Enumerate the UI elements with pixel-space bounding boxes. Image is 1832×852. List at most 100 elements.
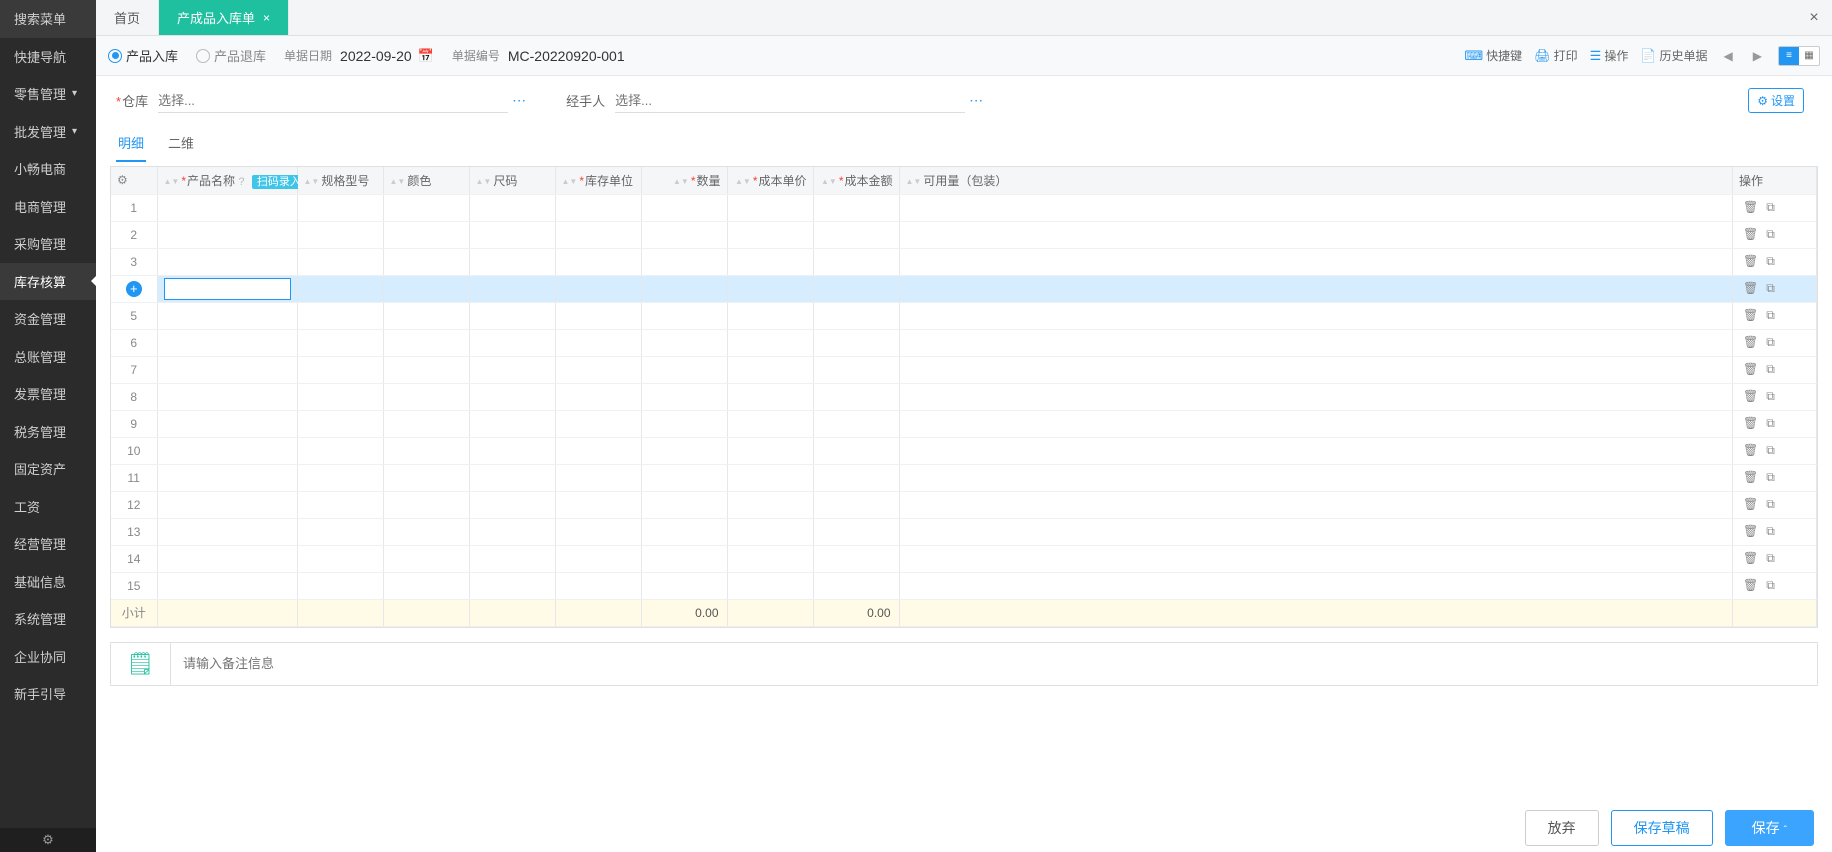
history-link[interactable]: 📄历史单据 [1640, 47, 1707, 64]
delete-icon[interactable]: 🗑 [1743, 200, 1758, 214]
help-icon[interactable]: ? [238, 176, 244, 188]
copy-icon[interactable]: ⧉ [1766, 227, 1775, 241]
copy-icon[interactable]: ⧉ [1766, 497, 1775, 511]
copy-icon[interactable]: ⧉ [1766, 416, 1775, 430]
save-button[interactable]: 保存ˆ [1725, 810, 1814, 846]
sidebar-item[interactable]: 快捷导航 [0, 38, 96, 76]
delete-icon[interactable]: 🗑 [1743, 308, 1758, 322]
sidebar-item[interactable]: 资金管理 [0, 300, 96, 338]
sidebar-item[interactable]: 采购管理 [0, 225, 96, 263]
delete-icon[interactable]: 🗑 [1743, 281, 1758, 295]
table-row[interactable]: 7🗑⧉ [111, 356, 1817, 383]
copy-icon[interactable]: ⧉ [1766, 308, 1775, 322]
copy-icon[interactable]: ⧉ [1766, 362, 1775, 376]
col-spec[interactable]: ▲▼规格型号 [297, 167, 383, 194]
radio-product-in[interactable]: 产品入库 [108, 46, 178, 65]
sidebar-item[interactable]: 批发管理▾ [0, 113, 96, 151]
sidebar-item[interactable]: 电商管理 [0, 188, 96, 226]
sidebar-item[interactable]: 搜索菜单 [0, 0, 96, 38]
table-row[interactable]: 15🗑⧉ [111, 572, 1817, 599]
delete-icon[interactable]: 🗑 [1743, 578, 1758, 592]
shortcut-link[interactable]: ⌨快捷键 [1464, 47, 1522, 64]
delete-icon[interactable]: 🗑 [1743, 497, 1758, 511]
copy-icon[interactable]: ⧉ [1766, 335, 1775, 349]
calendar-icon[interactable]: 📅 [418, 48, 434, 64]
delete-icon[interactable]: 🗑 [1743, 443, 1758, 457]
sidebar-item[interactable]: 税务管理 [0, 413, 96, 451]
col-product[interactable]: ▲▼*产品名称 ? 扫码录入 [157, 167, 297, 194]
col-unit[interactable]: ▲▼*库存单位 [555, 167, 641, 194]
copy-icon[interactable]: ⧉ [1766, 443, 1775, 457]
copy-icon[interactable]: ⧉ [1766, 281, 1775, 295]
table-row[interactable]: + 🗑 ⧉ [111, 275, 1817, 302]
ops-link[interactable]: ☰操作 [1590, 47, 1629, 64]
gear-icon[interactable]: ⚙ [117, 173, 128, 187]
print-link[interactable]: 🖨打印 [1534, 47, 1578, 64]
doc-date-value[interactable]: 2022-09-20 [340, 48, 412, 64]
table-row[interactable]: 13🗑⧉ [111, 518, 1817, 545]
copy-icon[interactable]: ⧉ [1766, 200, 1775, 214]
delete-icon[interactable]: 🗑 [1743, 551, 1758, 565]
page-prev-icon[interactable]: ◀ [1720, 47, 1737, 65]
close-icon[interactable]: × [263, 11, 270, 25]
close-all-icon[interactable]: × [1800, 0, 1828, 36]
detail-tab-detail[interactable]: 明细 [116, 127, 146, 162]
save-draft-button[interactable]: 保存草稿 [1611, 810, 1713, 846]
delete-icon[interactable]: 🗑 [1743, 416, 1758, 430]
radio-product-out[interactable]: 产品退库 [196, 46, 266, 65]
sidebar-item[interactable]: 系统管理 [0, 600, 96, 638]
sidebar-item[interactable]: 经营管理 [0, 525, 96, 563]
col-price[interactable]: ▲▼*成本单价 [727, 167, 813, 194]
settings-button[interactable]: ⚙ 设置 [1748, 88, 1804, 113]
remarks-input[interactable] [171, 643, 1817, 685]
warehouse-input[interactable] [158, 89, 508, 113]
sidebar-item[interactable]: 库存核算 [0, 263, 96, 301]
table-row[interactable]: 2🗑⧉ [111, 221, 1817, 248]
sidebar-item[interactable]: 工资 [0, 488, 96, 526]
col-color[interactable]: ▲▼颜色 [383, 167, 469, 194]
delete-icon[interactable]: 🗑 [1743, 227, 1758, 241]
sidebar-item[interactable]: 企业协同 [0, 638, 96, 676]
col-avail[interactable]: ▲▼可用量（包装） [899, 167, 1733, 194]
more-icon[interactable]: ⋯ [969, 92, 983, 109]
delete-icon[interactable]: 🗑 [1743, 254, 1758, 268]
table-row[interactable]: 12🗑⧉ [111, 491, 1817, 518]
table-row[interactable]: 5🗑⧉ [111, 302, 1817, 329]
copy-icon[interactable]: ⧉ [1766, 551, 1775, 565]
discard-button[interactable]: 放弃 [1525, 810, 1599, 846]
delete-icon[interactable]: 🗑 [1743, 470, 1758, 484]
delete-icon[interactable]: 🗑 [1743, 389, 1758, 403]
sidebar-settings-gear[interactable]: ⚙ [0, 828, 96, 852]
tab-active[interactable]: 产成品入库单 × [159, 0, 289, 35]
copy-icon[interactable]: ⧉ [1766, 470, 1775, 484]
table-row[interactable]: 10🗑⧉ [111, 437, 1817, 464]
copy-icon[interactable]: ⧉ [1766, 389, 1775, 403]
delete-icon[interactable]: 🗑 [1743, 524, 1758, 538]
table-row[interactable]: 11🗑⧉ [111, 464, 1817, 491]
sidebar-item[interactable]: 发票管理 [0, 375, 96, 413]
page-next-icon[interactable]: ▶ [1749, 47, 1766, 65]
more-icon[interactable]: ⋯ [512, 92, 526, 109]
sidebar-item[interactable]: 新手引导 [0, 675, 96, 713]
col-qty[interactable]: ▲▼*数量 [641, 167, 727, 194]
copy-icon[interactable]: ⧉ [1766, 254, 1775, 268]
view-grid-icon[interactable]: ▦ [1799, 47, 1819, 65]
sidebar-item[interactable]: 总账管理 [0, 338, 96, 376]
tab-home[interactable]: 首页 [96, 0, 159, 35]
delete-icon[interactable]: 🗑 [1743, 335, 1758, 349]
add-row-icon[interactable]: + [126, 281, 142, 297]
sidebar-item[interactable]: 固定资产 [0, 450, 96, 488]
table-row[interactable]: 6🗑⧉ [111, 329, 1817, 356]
sidebar-item[interactable]: 小畅电商 [0, 150, 96, 188]
table-row[interactable]: 14🗑⧉ [111, 545, 1817, 572]
sidebar-item[interactable]: 零售管理▾ [0, 75, 96, 113]
col-size[interactable]: ▲▼尺码 [469, 167, 555, 194]
view-list-icon[interactable]: ≡ [1779, 47, 1799, 65]
table-row[interactable]: 3🗑⧉ [111, 248, 1817, 275]
copy-icon[interactable]: ⧉ [1766, 524, 1775, 538]
handler-input[interactable] [615, 89, 965, 113]
sidebar-item[interactable]: 基础信息 [0, 563, 96, 601]
product-input[interactable] [164, 278, 291, 300]
table-row[interactable]: 9🗑⧉ [111, 410, 1817, 437]
col-amount[interactable]: ▲▼*成本金额 [813, 167, 899, 194]
